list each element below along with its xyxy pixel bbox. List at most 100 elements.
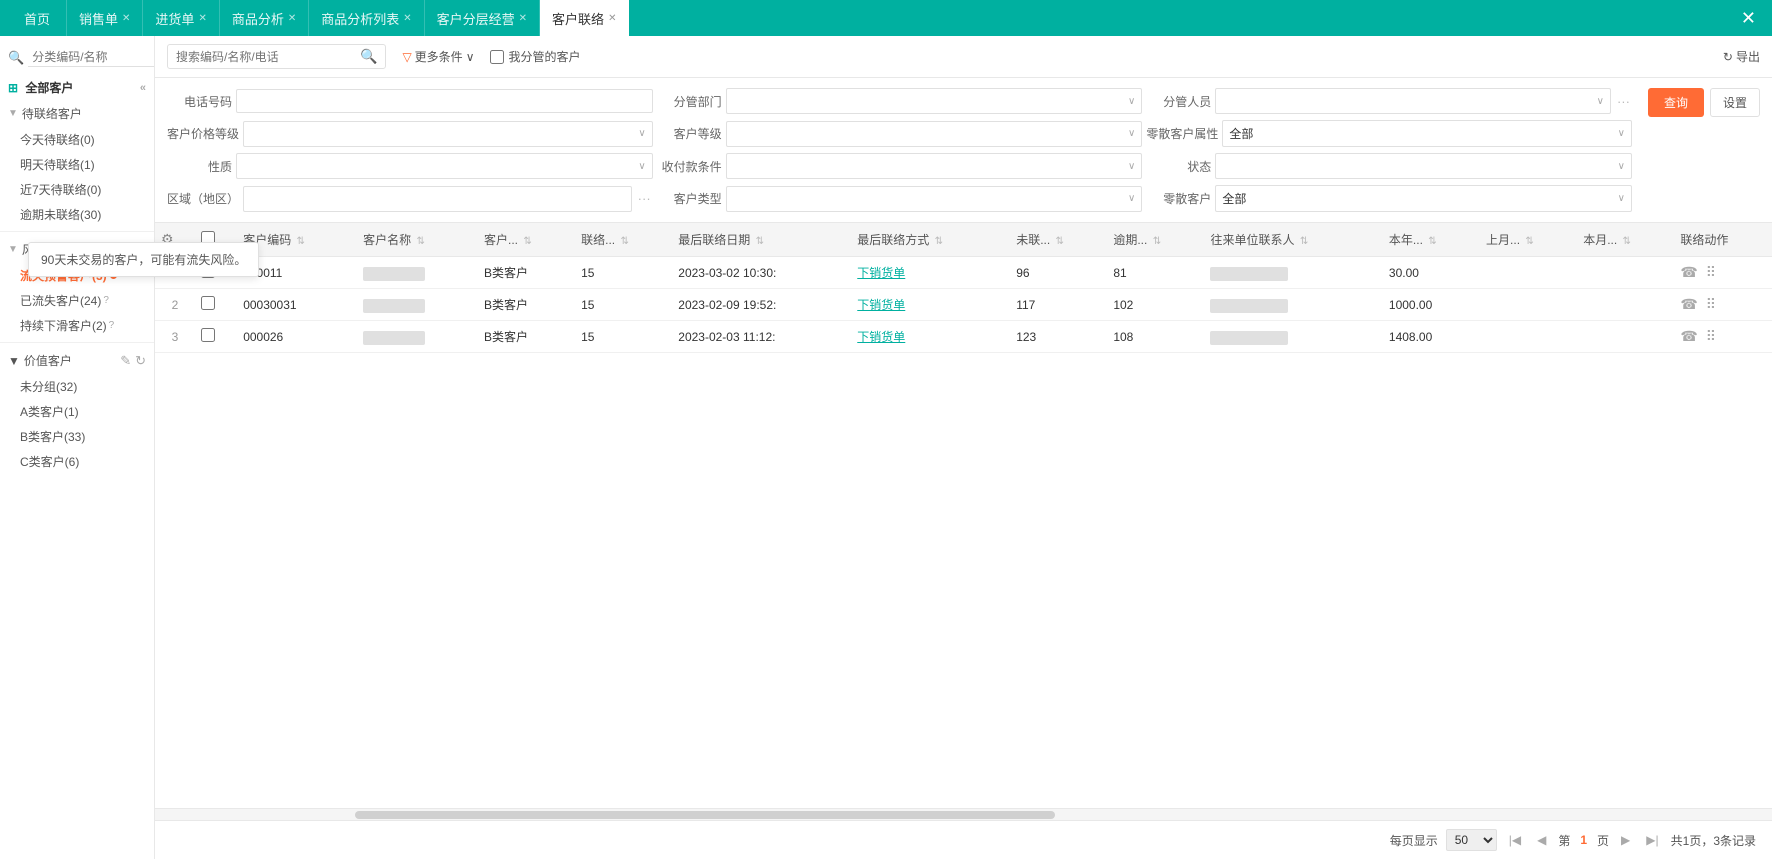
- window-close-button[interactable]: ✕: [1733, 8, 1764, 29]
- filter-price-level: 客户价格等级 ∨: [167, 121, 653, 147]
- filter-settings-button[interactable]: 设置: [1710, 88, 1760, 117]
- sidebar-item-tomorrow[interactable]: 明天待联络(1): [0, 152, 154, 177]
- per-page-label: 每页显示: [1390, 832, 1438, 849]
- col-contact-person-header[interactable]: 往来单位联系人 ⇅: [1204, 223, 1382, 257]
- sidebar-item-class-c[interactable]: C类客户(6): [0, 449, 154, 474]
- prev-page-button[interactable]: ◀: [1533, 831, 1550, 849]
- next-page-button[interactable]: ▶: [1617, 831, 1634, 849]
- filter-nature-select[interactable]: ∨: [236, 153, 653, 179]
- refresh-icon[interactable]: ↻: [135, 353, 146, 369]
- action-contact-icon-1[interactable]: ☎: [1680, 264, 1697, 281]
- tab-customer-tier[interactable]: 客户分层经营 ✕: [425, 0, 540, 36]
- sidebar: 🔍 ⊞ 全部客户 « ▼ 待联络客户 今天待联络(0) 明天待联络(1) 近7天…: [0, 36, 155, 859]
- sidebar-group-value-header[interactable]: ▼ 价值客户 ✎ ↻: [0, 347, 154, 374]
- row-checkbox-2[interactable]: [201, 296, 215, 310]
- export-button[interactable]: ↻ 导出: [1723, 48, 1760, 65]
- col-type-header[interactable]: 客户... ⇅: [478, 223, 575, 257]
- sidebar-item-churned[interactable]: 已流失客户(24) ?: [0, 288, 154, 313]
- action-more-icon-3[interactable]: ⠿: [1706, 328, 1716, 345]
- sidebar-all-customers[interactable]: ⊞ 全部客户 «: [0, 75, 154, 100]
- col-overdue-header[interactable]: 逾期... ⇅: [1107, 223, 1204, 257]
- tab-sales-label: 销售单: [79, 9, 118, 28]
- tab-analysis-list-close[interactable]: ✕: [403, 13, 411, 24]
- method-link-1[interactable]: 下销货单: [857, 266, 905, 280]
- per-page-select[interactable]: 50 100 200: [1446, 829, 1497, 851]
- filter-scatter-cust-select[interactable]: 全部 ∨: [1215, 185, 1632, 212]
- sidebar-item-today[interactable]: 今天待联络(0): [0, 127, 154, 152]
- filter-dept-select[interactable]: ∨: [726, 88, 1143, 114]
- sidebar-item-overdue[interactable]: 逾期未联络(30): [0, 202, 154, 227]
- page-number: 1: [1578, 833, 1589, 847]
- search-input[interactable]: [176, 50, 356, 64]
- first-page-button[interactable]: |◀: [1505, 831, 1525, 849]
- action-more-icon-2[interactable]: ⠿: [1706, 296, 1716, 313]
- method-link-2[interactable]: 下销货单: [857, 298, 905, 312]
- method-link-3[interactable]: 下销货单: [857, 330, 905, 344]
- col-contact-count-header[interactable]: 联络... ⇅: [575, 223, 672, 257]
- scrollbar-thumb[interactable]: [355, 811, 1055, 819]
- edit-icon[interactable]: ✎: [120, 353, 131, 369]
- sidebar-item-week[interactable]: 近7天待联络(0): [0, 177, 154, 202]
- row-year-3: 1408.00: [1383, 321, 1480, 353]
- col-last-month-header[interactable]: 上月... ⇅: [1480, 223, 1577, 257]
- filter-cust-level-select[interactable]: ∨: [726, 121, 1143, 147]
- filter-status-select[interactable]: ∨: [1215, 153, 1632, 179]
- filter-phone-input[interactable]: [236, 89, 653, 113]
- action-more-icon-1[interactable]: ⠿: [1706, 264, 1716, 281]
- sidebar-item-class-a[interactable]: A类客户(1): [0, 399, 154, 424]
- tab-sales-close[interactable]: ✕: [122, 13, 130, 24]
- filter-dept-label: 分管部门: [657, 93, 722, 110]
- row-cp-3: ██████████: [1204, 321, 1382, 353]
- tab-home[interactable]: 首页: [8, 0, 67, 36]
- horizontal-scrollbar[interactable]: [155, 808, 1772, 820]
- action-contact-icon-2[interactable]: ☎: [1680, 296, 1697, 313]
- sidebar-group-pending-header[interactable]: ▼ 待联络客户: [0, 100, 154, 127]
- filter-manager-select[interactable]: ∨: [1215, 88, 1611, 114]
- col-name-header[interactable]: 客户名称 ⇅: [357, 223, 478, 257]
- row-contact-1: 15: [575, 257, 672, 289]
- col-not-contacted-header[interactable]: 未联... ⇅: [1010, 223, 1107, 257]
- region-more-icon[interactable]: ···: [636, 191, 653, 206]
- col-last-method-header[interactable]: 最后联络方式 ⇅: [851, 223, 1010, 257]
- filter-payment-select[interactable]: ∨: [726, 153, 1143, 179]
- sidebar-item-declining[interactable]: 持续下滑客户(2) ?: [0, 313, 154, 338]
- tab-purchase-label: 进货单: [155, 9, 194, 28]
- sidebar-item-ungrouped[interactable]: 未分组(32): [0, 374, 154, 399]
- tab-customer-tier-close[interactable]: ✕: [519, 13, 527, 24]
- tab-customer-contact[interactable]: 客户联络 ✕: [540, 0, 629, 36]
- payment-arrow: ∨: [1128, 161, 1135, 172]
- col-year-header[interactable]: 本年... ⇅: [1383, 223, 1480, 257]
- last-page-button[interactable]: ▶|: [1642, 831, 1662, 849]
- tab-purchase[interactable]: 进货单 ✕: [143, 0, 219, 36]
- tab-purchase-close[interactable]: ✕: [198, 13, 206, 24]
- more-conditions-button[interactable]: ▽ 更多条件 ∨: [394, 45, 482, 68]
- filter-price-level-select[interactable]: ∨: [243, 121, 653, 147]
- action-contact-icon-3[interactable]: ☎: [1680, 328, 1697, 345]
- tab-analysis[interactable]: 商品分析 ✕: [220, 0, 309, 36]
- manager-more-icon[interactable]: ···: [1615, 94, 1632, 109]
- filter-scatter-attr-select[interactable]: 全部 ∨: [1222, 120, 1632, 147]
- row-method-1: 下销货单: [851, 257, 1010, 289]
- filter-cust-type-select[interactable]: ∨: [726, 186, 1143, 212]
- col-last-date-header[interactable]: 最后联络日期 ⇅: [672, 223, 851, 257]
- arrow-icon: ▼: [8, 108, 18, 119]
- query-button[interactable]: 查询: [1648, 88, 1704, 117]
- sidebar-search-input[interactable]: [28, 48, 155, 67]
- tab-analysis-list[interactable]: 商品分析列表 ✕: [309, 0, 424, 36]
- row-name-3: ████████: [357, 321, 478, 353]
- filter-region-select[interactable]: [243, 186, 632, 212]
- row-checkbox-3[interactable]: [201, 328, 215, 342]
- row-actions-2: ☎ ⠿: [1674, 289, 1772, 321]
- tab-home-label: 首页: [24, 9, 50, 28]
- my-customers-label: 我分管的客户: [508, 48, 580, 65]
- tab-analysis-close[interactable]: ✕: [288, 13, 296, 24]
- tab-customer-contact-close[interactable]: ✕: [608, 13, 616, 24]
- tab-analysis-list-label: 商品分析列表: [321, 9, 399, 28]
- tab-sales[interactable]: 销售单 ✕: [67, 0, 143, 36]
- search-button[interactable]: 🔍: [360, 48, 377, 65]
- my-customers-checkbox[interactable]: [490, 50, 504, 64]
- filter-cust-type: 客户类型 ∨: [657, 186, 1143, 212]
- sidebar-item-class-b[interactable]: B类客户(33): [0, 424, 154, 449]
- table-row: 3 000026 ████████ B类客户 15 2023-02-03 11:…: [155, 321, 1772, 353]
- col-curr-month-header[interactable]: 本月... ⇅: [1577, 223, 1674, 257]
